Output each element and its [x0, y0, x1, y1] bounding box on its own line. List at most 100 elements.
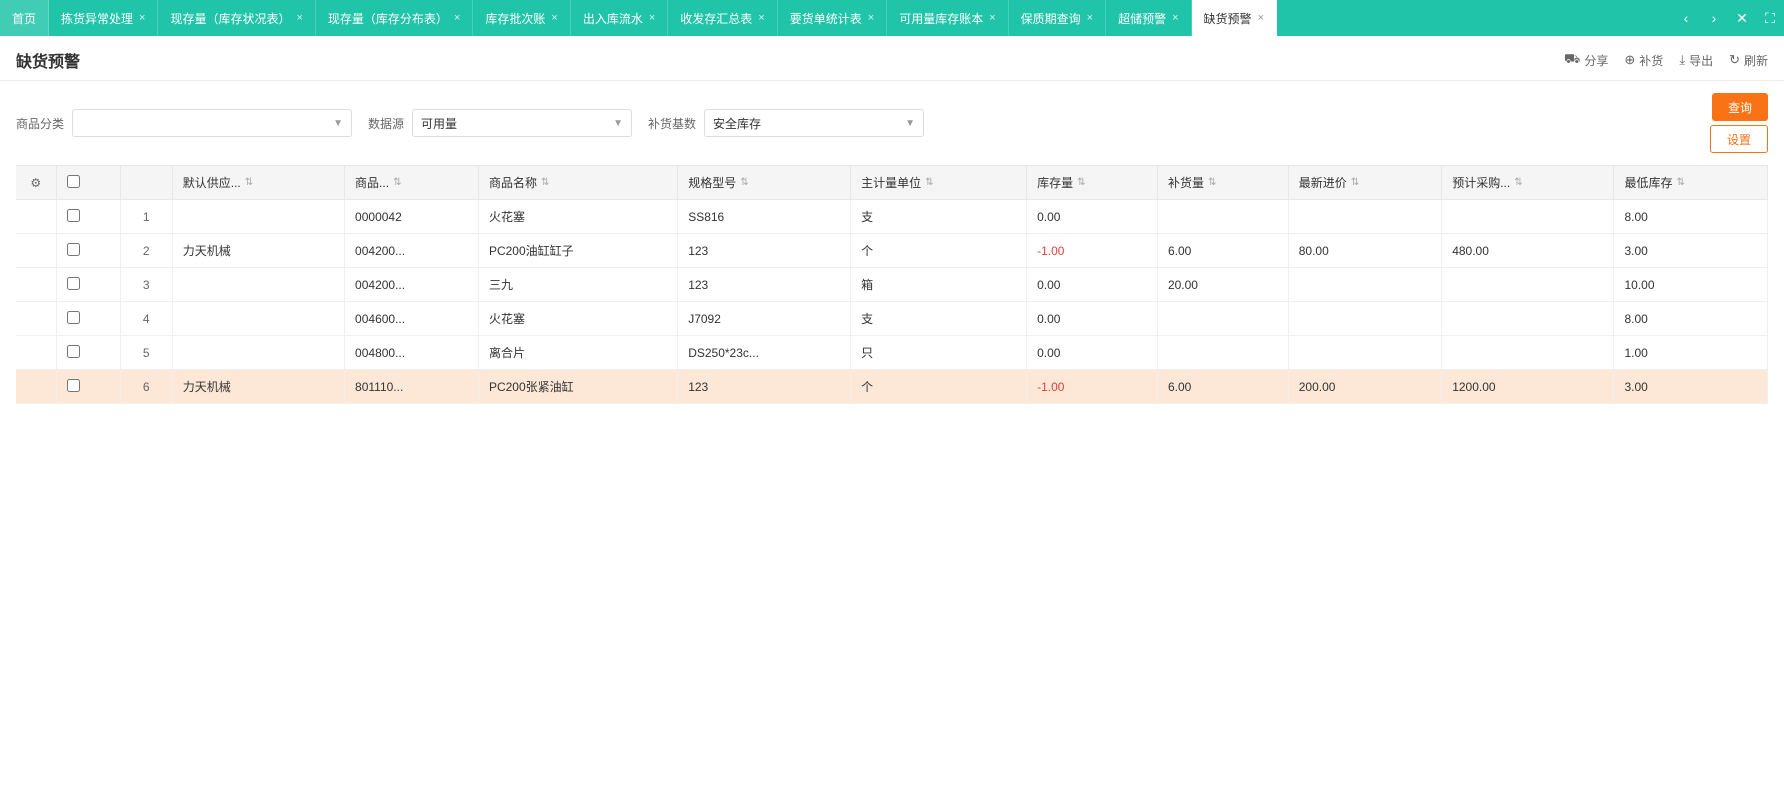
tab-inventory-dist[interactable]: 现存量（库存分布表） ×: [316, 0, 473, 36]
row-product-name-2: 三九: [478, 268, 677, 302]
tab-close-picking[interactable]: ×: [139, 13, 145, 24]
row-latest-price-3: [1288, 302, 1441, 336]
col-checkbox-header[interactable]: [56, 166, 120, 200]
row-settings-2: [16, 268, 56, 302]
export-button[interactable]: ⤓ 导出: [1679, 52, 1713, 69]
col-supplier-header[interactable]: 默认供应... ⇅: [172, 166, 344, 200]
replenish-base-arrow-icon: ▼: [905, 118, 915, 129]
row-replenish-qty-2: 20.00: [1157, 268, 1288, 302]
tab-quality-period[interactable]: 保质期查询 ×: [1009, 0, 1106, 36]
tab-overstock[interactable]: 超储预警 ×: [1106, 0, 1191, 36]
row-checkbox-4[interactable]: [56, 336, 120, 370]
col-latest-price-header[interactable]: 最新进价 ⇅: [1288, 166, 1441, 200]
row-min-stock-2: 10.00: [1614, 268, 1768, 302]
col-product-name-header[interactable]: 商品名称 ⇅: [478, 166, 677, 200]
tab-order-stats[interactable]: 要货单统计表 ×: [778, 0, 887, 36]
product-category-group: 商品分类 ▼: [16, 109, 352, 137]
row-min-stock-5: 3.00: [1614, 370, 1768, 404]
tab-close-order-stats[interactable]: ×: [868, 13, 874, 24]
tab-close-summary[interactable]: ×: [758, 13, 764, 24]
tab-close-stockout[interactable]: ×: [1258, 13, 1264, 24]
row-min-stock-4: 1.00: [1614, 336, 1768, 370]
row-checkbox-2[interactable]: [56, 268, 120, 302]
select-all-checkbox[interactable]: [67, 175, 80, 188]
row-latest-price-2: [1288, 268, 1441, 302]
col-settings[interactable]: ⚙: [16, 166, 56, 200]
row-settings-1: [16, 234, 56, 268]
col-min-stock-header[interactable]: 最低库存 ⇅: [1614, 166, 1768, 200]
settings-button[interactable]: 设置: [1710, 125, 1768, 153]
row-checkbox-1[interactable]: [56, 234, 120, 268]
row-unit-2: 箱: [851, 268, 1027, 302]
header-actions: ⛟ 分享 ⊕ 补货 ⤓ 导出 ↻ 刷新: [1564, 51, 1768, 69]
replenish-button[interactable]: ⊕ 补货: [1624, 52, 1663, 69]
row-supplier-4: [172, 336, 344, 370]
product-category-select[interactable]: ▼: [72, 109, 352, 137]
col-est-purchase-header[interactable]: 预计采购... ⇅: [1442, 166, 1614, 200]
data-table: ⚙ 默认供应... ⇅ 商品... ⇅: [16, 165, 1768, 404]
replenish-base-label: 补货基数: [648, 115, 696, 132]
table-row: 6 力天机械 801110... PC200张紧油缸 123 个 -1.00 6…: [16, 370, 1768, 404]
tab-inventory-status[interactable]: 现存量（库存状况表） ×: [158, 0, 315, 36]
tab-summary[interactable]: 收发存汇总表 ×: [668, 0, 777, 36]
col-replenish-qty-header[interactable]: 补货量 ⇅: [1157, 166, 1288, 200]
table-row: 2 力天机械 004200... PC200油缸缸子 123 个 -1.00 6…: [16, 234, 1768, 268]
tab-prev-button[interactable]: ‹: [1672, 0, 1700, 36]
row-product-code-2: 004200...: [345, 268, 479, 302]
row-checkbox-3[interactable]: [56, 302, 120, 336]
replenish-base-select[interactable]: 安全库存 ▼: [704, 109, 924, 137]
row-stock-2: 0.00: [1027, 268, 1158, 302]
product-category-label: 商品分类: [16, 115, 64, 132]
row-replenish-qty-1: 6.00: [1157, 234, 1288, 268]
tab-batch-account[interactable]: 库存批次账 ×: [473, 0, 570, 36]
tab-maximize-button[interactable]: ⛶: [1756, 0, 1784, 36]
query-button[interactable]: 查询: [1712, 93, 1768, 121]
replenish-qty-sort-icon: ⇅: [1208, 177, 1216, 188]
spec-sort-icon: ⇅: [740, 177, 748, 188]
row-stock-5: -1.00: [1027, 370, 1158, 404]
row-product-code-0: 0000042: [345, 200, 479, 234]
replenish-base-group: 补货基数 安全库存 ▼: [648, 109, 924, 137]
tab-next-button[interactable]: ›: [1700, 0, 1728, 36]
row-checkbox-input-2[interactable]: [67, 277, 80, 290]
col-spec-header[interactable]: 规格型号 ⇅: [678, 166, 851, 200]
page-title: 缺货预警: [16, 48, 80, 72]
row-product-code-5: 801110...: [345, 370, 479, 404]
row-checkbox-input-4[interactable]: [67, 345, 80, 358]
refresh-button[interactable]: ↻ 刷新: [1729, 52, 1768, 69]
tab-close-overstock[interactable]: ×: [1172, 13, 1178, 24]
tab-available-ledger[interactable]: 可用量库存账本 ×: [887, 0, 1008, 36]
data-source-select[interactable]: 可用量 ▼: [412, 109, 632, 137]
row-checkbox-input-3[interactable]: [67, 311, 80, 324]
tab-close-inventory-dist[interactable]: ×: [454, 13, 460, 24]
tab-close-quality-period[interactable]: ×: [1087, 13, 1093, 24]
row-product-code-3: 004600...: [345, 302, 479, 336]
tab-home[interactable]: 首页: [0, 0, 49, 36]
share-button[interactable]: ⛟ 分享: [1564, 51, 1608, 69]
tab-close-available-ledger[interactable]: ×: [989, 13, 995, 24]
tab-close-all-button[interactable]: ✕: [1728, 0, 1756, 36]
row-checkbox-5[interactable]: [56, 370, 120, 404]
row-settings-3: [16, 302, 56, 336]
tab-stockout[interactable]: 缺货预警 ×: [1192, 0, 1277, 36]
col-index-header: [120, 166, 172, 200]
row-spec-1: 123: [678, 234, 851, 268]
col-product-code-header[interactable]: 商品... ⇅: [345, 166, 479, 200]
row-est-purchase-3: [1442, 302, 1614, 336]
tab-flow[interactable]: 出入库流水 ×: [571, 0, 668, 36]
row-supplier-0: [172, 200, 344, 234]
row-product-name-4: 离合片: [478, 336, 677, 370]
col-unit-header[interactable]: 主计量单位 ⇅: [851, 166, 1027, 200]
row-stock-3: 0.00: [1027, 302, 1158, 336]
tab-close-batch-account[interactable]: ×: [551, 13, 557, 24]
row-checkbox-input-1[interactable]: [67, 243, 80, 256]
tab-close-inventory-status[interactable]: ×: [296, 13, 302, 24]
row-est-purchase-5: 1200.00: [1442, 370, 1614, 404]
row-checkbox-input-0[interactable]: [67, 209, 80, 222]
col-stock-header[interactable]: 库存量 ⇅: [1027, 166, 1158, 200]
tab-picking[interactable]: 拣货异常处理 ×: [49, 0, 158, 36]
row-checkbox-input-5[interactable]: [67, 379, 80, 392]
row-checkbox-0[interactable]: [56, 200, 120, 234]
min-stock-sort-icon: ⇅: [1676, 177, 1684, 188]
tab-close-flow[interactable]: ×: [649, 13, 655, 24]
